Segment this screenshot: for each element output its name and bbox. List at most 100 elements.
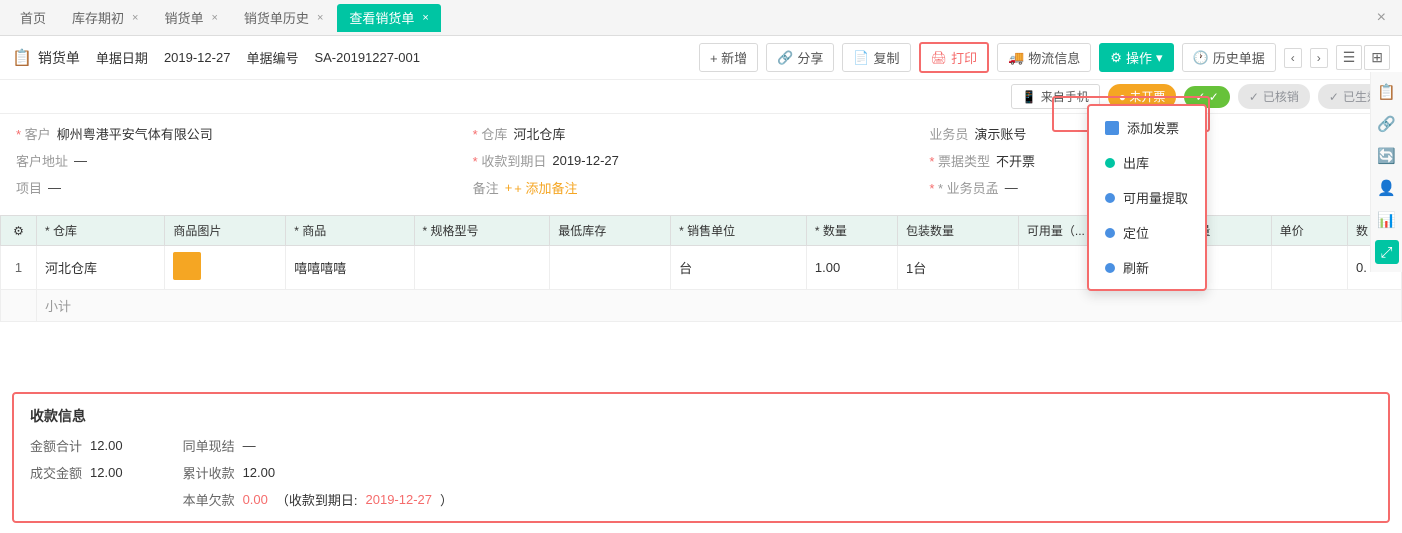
operate-button[interactable]: ⚙ 操作 ▾ [1099,43,1173,72]
print-button[interactable]: 🖨 打印 [919,42,990,73]
warehouse-field: 仓库 河北仓库 [473,124,930,143]
history-icon: 🕐 [1193,50,1209,66]
window-close-button[interactable]: × [1369,9,1394,27]
spec-col-header: * 规格型号 [414,216,550,246]
new-button[interactable]: + 新增 [699,43,758,72]
this-owed-note: （收款到期日: [276,490,358,509]
tab-view-sales[interactable]: 查看销货单 × [337,4,440,32]
doc-actions: + 新增 🔗 分享 📄 复制 🖨 打印 🚚 物流信息 [699,42,1390,73]
unit-col-header: * 销售单位 [671,216,807,246]
tab-inventory[interactable]: 库存期初 × [60,4,150,32]
refresh-item[interactable]: 刷新 [1089,250,1205,285]
doc-title-text: 销货单 [38,48,80,68]
voided-label: 已核销 [1263,88,1299,105]
subtotal-cells: 小计 [37,290,1402,322]
accumulated-row: 累计收款 12.00 [183,463,453,482]
tab-sales[interactable]: 销货单 × [152,4,229,32]
copy-button[interactable]: 📄 复制 [842,43,910,72]
locate-icon [1105,228,1115,238]
not-open-label: ● 未开票 [1119,88,1166,105]
payment-date-field: 收款到期日 2019-12-27 [473,151,930,170]
same-settlement-label: 同单现结 [183,436,235,455]
same-settlement-row: 同单现结 — [183,436,453,455]
project-value: — [48,180,61,195]
add-invoice-icon [1105,121,1119,135]
customer-field: 客户 柳州粤港平安气体有限公司 [16,124,473,143]
project-label: 项目 [16,178,42,197]
payment-date-label: 收款到期日 [473,151,547,170]
add-invoice-label: 添加发票 [1127,118,1179,137]
row-number: 1 [1,246,37,290]
deal-amount-row: 成交金额 12.00 [30,463,123,482]
payment-info-col-right: 同单现结 — 累计收款 12.00 本单欠款 0.00 （收款到期日: 2019… [183,436,453,509]
share-button[interactable]: 🔗 分享 [766,43,834,72]
settings-col-header[interactable]: ⚙ [1,216,37,246]
address-label: 客户地址 [16,151,68,170]
doc-icon: 📋 [12,48,32,68]
nav-prev-button[interactable]: ‹ [1284,48,1302,68]
payment-info-title: 收款信息 [30,406,1372,426]
pkg-qty-col-header: 包装数量 [898,216,1019,246]
date-label: 单据日期 [96,48,148,67]
subtotal-label [1,290,37,322]
this-owed-row: 本单欠款 0.00 （收款到期日: 2019-12-27 ） [183,490,453,509]
tab-sales-history[interactable]: 销货单历史 × [232,4,335,32]
row-min-stock [550,246,671,290]
sidebar-expand-icon[interactable]: ⤢ [1375,240,1399,264]
grid-view-button[interactable]: ⊞ [1364,45,1390,70]
tab-sales-history-close[interactable]: × [317,12,323,24]
available-qty-item[interactable]: 可用量提取 [1089,180,1205,215]
print-icon: 🖨 [931,50,948,66]
customer-label: 客户 [16,124,51,143]
accumulated-value: 12.00 [243,465,276,480]
history-button[interactable]: 🕐 历史单据 [1182,43,1276,72]
product-thumbnail [173,252,201,280]
share-icon: 🔗 [777,50,793,66]
copy-icon: 📄 [853,50,869,66]
check-voided-icon: ✓ [1249,90,1259,104]
same-settlement-value: — [243,438,256,453]
warehouse-value: 河北仓库 [513,124,565,143]
logistics-button[interactable]: 🚚 物流信息 [997,43,1091,72]
tab-view-sales-close[interactable]: × [422,12,428,24]
warehouse-col-header: * 仓库 [37,216,165,246]
project-field: 项目 — [16,178,473,197]
doc-meta: 单据日期 2019-12-27 单据编号 SA-20191227-001 [96,48,420,67]
subtotal-row: 小计 [1,290,1402,322]
sidebar-link-icon[interactable]: 🔗 [1375,112,1399,136]
customer-value: 柳州粤港平安气体有限公司 [57,124,213,143]
sidebar-chart-icon[interactable]: 📊 [1375,208,1399,232]
voided-button[interactable]: ✓ 已核销 [1238,84,1310,109]
tab-home[interactable]: 首页 [8,4,58,32]
tab-sales-close[interactable]: × [211,12,217,24]
row-qty: 1.00 [806,246,897,290]
logistics-icon: 🚚 [1008,50,1024,66]
tab-inventory-close[interactable]: × [132,12,138,24]
row-price [1271,246,1347,290]
date-value: 2019-12-27 [164,50,231,65]
available-qty-label: 可用量提取 [1123,188,1188,207]
doc-header: 📋 销货单 单据日期 2019-12-27 单据编号 SA-20191227-0… [0,36,1402,80]
this-owed-label: 本单欠款 [183,490,235,509]
sidebar-doc-icon[interactable]: 📋 [1375,80,1399,104]
add-remark-button[interactable]: + + 添加备注 [505,178,578,197]
locate-item[interactable]: 定位 [1089,215,1205,250]
operate-dropdown: 添加发票 出库 可用量提取 定位 刷新 [1087,104,1207,291]
sidebar-refresh-icon[interactable]: 🔄 [1375,144,1399,168]
payment-info-col-left: 金额合计 12.00 成交金额 12.00 [30,436,123,509]
product-col-header: * 商品 [286,216,414,246]
remark-field: 备注 + + 添加备注 [473,178,930,197]
sidebar-user-icon[interactable]: 👤 [1375,176,1399,200]
amount-total-value: 12.00 [90,438,123,453]
list-view-button[interactable]: ☰ [1336,45,1363,70]
add-invoice-item[interactable]: 添加发票 [1089,110,1205,145]
row-warehouse: 河北仓库 [37,246,165,290]
plus-icon: + [505,180,513,195]
check-icon: ✓ ✓ [1195,90,1218,104]
address-value: — [74,153,87,168]
salesman-value: — [1005,180,1018,195]
outbound-item[interactable]: 出库 [1089,145,1205,180]
remark-label: 备注 [473,178,499,197]
nav-next-button[interactable]: › [1310,48,1328,68]
price-col-header: 单价 [1271,216,1347,246]
